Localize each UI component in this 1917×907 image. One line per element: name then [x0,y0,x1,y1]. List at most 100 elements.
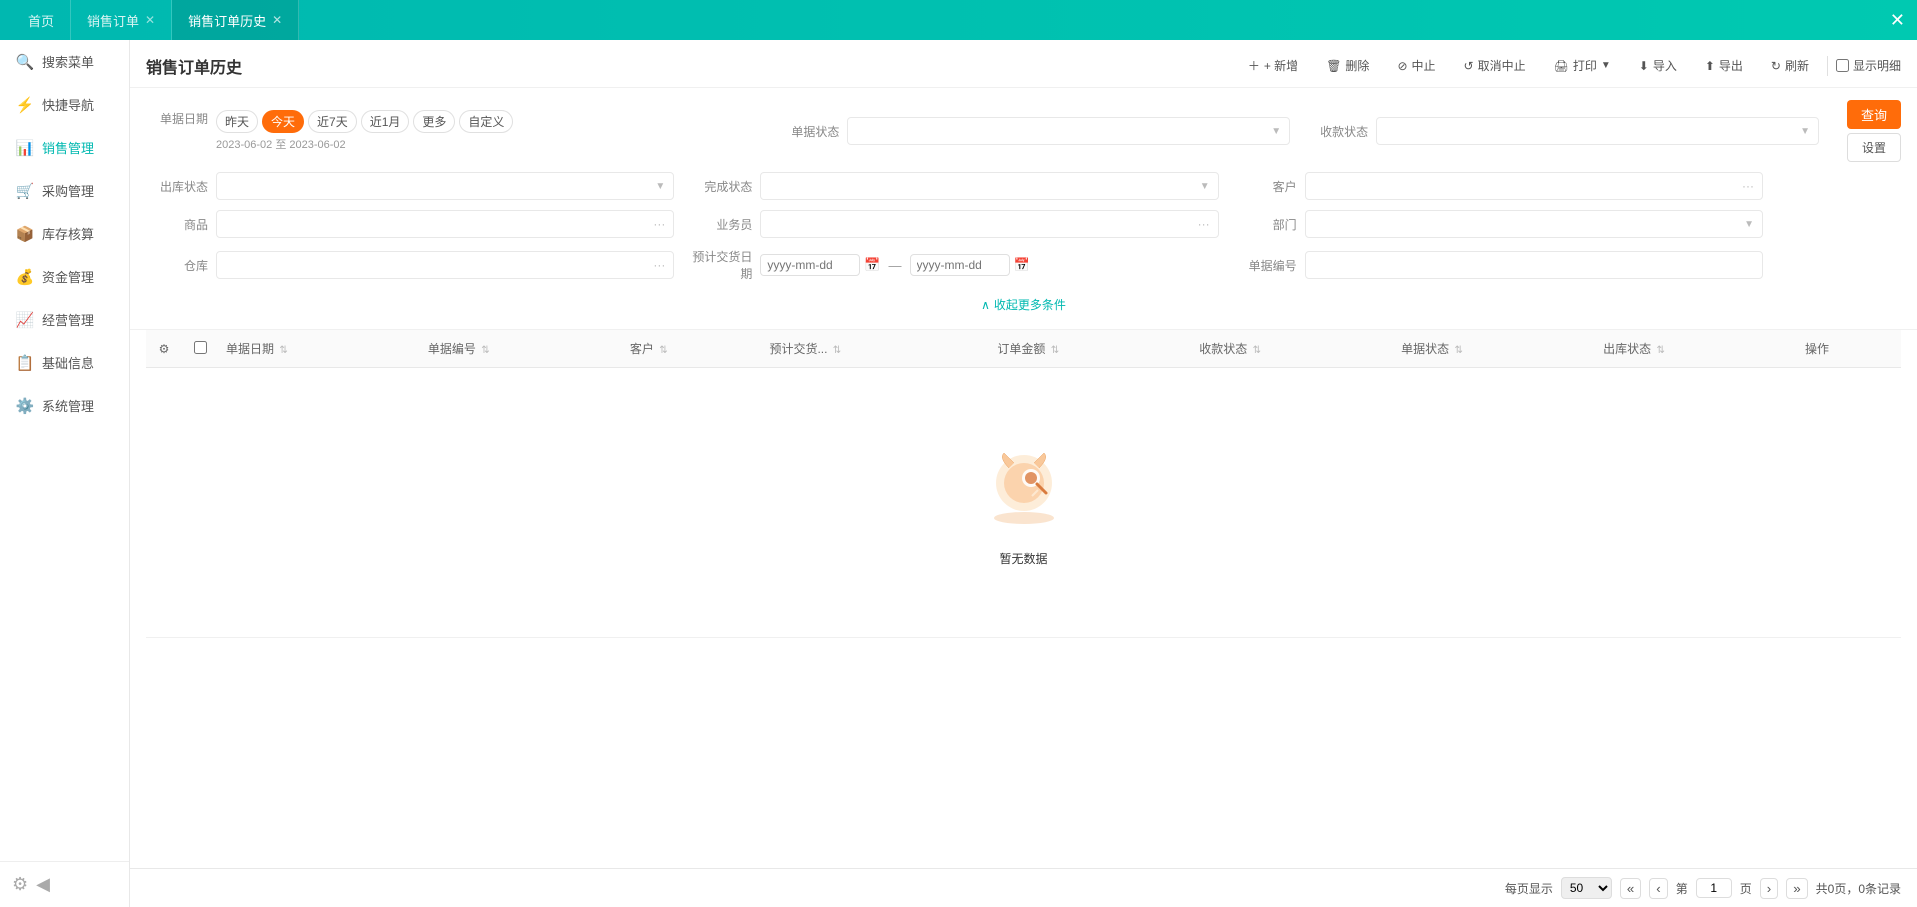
payment-status-col: 收款状态 ▼ [1306,117,1819,145]
toolbar: ＋ + 新增 🗑 删除 ⊘ 中止 ↺ 取消中止 🖨 打印 [1238,52,1901,79]
th-outbound-status[interactable]: 出库状态 ⇅ [1595,330,1797,368]
expected-date-from[interactable] [760,254,860,276]
product-field[interactable]: ··· [216,210,674,238]
th-customer[interactable]: 客户 ⇅ [622,330,762,368]
new-button[interactable]: ＋ + 新增 [1238,52,1308,79]
payment-status-field[interactable]: ▼ [1376,117,1819,145]
sidebar-item-sys-mgmt-label: 系统管理 [42,396,94,415]
th-voucher-status-label: 单据状态 [1401,342,1449,356]
th-checkbox[interactable] [182,330,218,368]
export-icon: ⬆ [1705,59,1715,73]
sidebar-collapse-icon[interactable]: ◀ [36,874,50,895]
sort-outbound-status-icon: ⇅ [1656,345,1664,356]
sidebar-item-inventory-check[interactable]: 📦 库存核算 [0,212,129,255]
filter-row-4: 仓库 ··· 预计交货日期 📅 — 📅 [146,248,1901,282]
next-page-button[interactable]: › [1760,878,1778,899]
date-btn-custom[interactable]: 自定义 [459,110,513,133]
cancel-stop-label: 取消中止 [1478,57,1526,74]
voucher-status-dropdown-icon: ▼ [1271,126,1281,137]
department-field[interactable]: ▼ [1305,210,1763,238]
voucher-status-field[interactable]: ▼ [847,117,1290,145]
th-expected-date[interactable]: 预计交货... ⇅ [761,330,989,368]
cancel-stop-button[interactable]: ↺ 取消中止 [1454,52,1536,79]
tab-sales-order-history-close[interactable]: ✕ [272,13,282,27]
date-btn-today[interactable]: 今天 [262,110,304,133]
th-no[interactable]: 单据编号 ⇅ [420,330,622,368]
import-button[interactable]: ⬇ 导入 [1629,52,1687,79]
sidebar-settings-icon[interactable]: ⚙ [12,874,28,895]
th-payment-status[interactable]: 收款状态 ⇅ [1191,330,1393,368]
date-btn-1month[interactable]: 近1月 [361,110,410,133]
empty-row: 暂无数据 [146,368,1901,638]
product-col: 商品 ··· [146,210,674,238]
tab-sales-order-close[interactable]: ✕ [145,13,155,27]
first-page-button[interactable]: « [1620,878,1641,899]
th-actions-label: 操作 [1805,342,1829,356]
product-more-icon: ··· [653,217,665,231]
outbound-status-dropdown-icon: ▼ [655,181,665,192]
th-date[interactable]: 单据日期 ⇅ [218,330,420,368]
per-page-label: 每页显示 [1505,880,1553,897]
display-detail-checkbox[interactable] [1836,59,1849,72]
sidebar-item-finance-mgmt[interactable]: 💰 资金管理 [0,255,129,298]
date-filter-content: 昨天 今天 近7天 近1月 更多 自定义 2023-06-02 至 2023-0… [216,110,761,152]
app-close-button[interactable]: ✕ [1890,10,1905,31]
print-button[interactable]: 🖨 打印 ▼ [1544,52,1621,79]
stop-button[interactable]: ⊘ 中止 [1387,52,1445,79]
prev-page-button[interactable]: ‹ [1649,878,1667,899]
query-button[interactable]: 查询 [1847,100,1901,129]
expected-date-to[interactable] [910,254,1010,276]
th-order-amount[interactable]: 订单金额 ⇅ [989,330,1191,368]
filter-row-3: 商品 ··· 业务员 ··· 部门 [146,210,1901,238]
date-btn-7days[interactable]: 近7天 [308,110,357,133]
customer-field[interactable]: ··· [1305,172,1763,200]
delete-button[interactable]: 🗑 删除 [1316,52,1379,79]
salesperson-field[interactable]: ··· [760,210,1218,238]
settings-button[interactable]: 设置 [1847,133,1901,162]
toolbar-divider [1827,56,1828,76]
sidebar-item-sys-mgmt[interactable]: ⚙️ 系统管理 [0,384,129,427]
sidebar-item-purchase-mgmt[interactable]: 🛒 采购管理 [0,169,129,212]
sidebar-menu: 🔍 搜索菜单 ⚡ 快捷导航 📊 销售管理 🛒 采购管理 📦 库存核算 💰 [0,40,129,861]
refresh-button[interactable]: ↻ 刷新 [1761,52,1819,79]
filter-row-1: 单据日期 昨天 今天 近7天 近1月 更多 自定义 2023-06-02 至 2… [146,100,1901,162]
th-voucher-status[interactable]: 单据状态 ⇅ [1393,330,1595,368]
stop-icon: ⊘ [1397,59,1407,73]
new-label: + 新增 [1264,57,1298,74]
payment-status-dropdown-icon: ▼ [1800,126,1810,137]
per-page-select[interactable]: 10 20 50 100 [1561,877,1612,899]
voucher-no-field[interactable] [1305,251,1763,279]
tab-sales-order[interactable]: 销售订单 ✕ [71,0,172,40]
page-prefix-label: 第 [1676,880,1688,897]
sidebar-item-quick-nav[interactable]: ⚡ 快捷导航 [0,83,129,126]
select-all-checkbox[interactable] [194,341,207,354]
sidebar-item-sales-mgmt[interactable]: 📊 销售管理 [0,126,129,169]
display-detail-toggle[interactable]: 显示明细 [1836,57,1901,74]
warehouse-field[interactable]: ··· [216,251,674,279]
outbound-status-field[interactable]: ▼ [216,172,674,200]
total-label: 共0页，0条记录 [1816,880,1901,897]
export-button[interactable]: ⬆ 导出 [1695,52,1753,79]
sidebar-item-ops-mgmt[interactable]: 📈 经营管理 [0,298,129,341]
last-page-button[interactable]: » [1786,878,1807,899]
settings-icon[interactable]: ⚙ [159,342,170,356]
page-number-input[interactable] [1696,878,1732,898]
sort-order-amount-icon: ⇅ [1051,345,1059,356]
sidebar-item-search-menu[interactable]: 🔍 搜索菜单 [0,40,129,83]
sort-customer-icon: ⇅ [659,345,667,356]
expected-date-col: 预计交货日期 📅 — 📅 [690,248,1218,282]
date-btn-more[interactable]: 更多 [413,110,455,133]
tab-sales-order-history[interactable]: 销售订单历史 ✕ [172,0,299,40]
tab-home[interactable]: 首页 [12,0,71,40]
completion-status-field[interactable]: ▼ [760,172,1218,200]
sort-payment-status-icon: ⇅ [1253,345,1261,356]
date-btn-yesterday[interactable]: 昨天 [216,110,258,133]
th-settings[interactable]: ⚙ [146,330,182,368]
import-label: 导入 [1653,57,1677,74]
th-expected-date-label: 预计交货... [769,342,827,356]
collapse-bar[interactable]: ∧ 收起更多条件 [146,292,1901,317]
sidebar-item-basic-info[interactable]: 📋 基础信息 [0,341,129,384]
sidebar-item-quick-nav-label: 快捷导航 [42,95,94,114]
calendar-icon-from: 📅 [864,257,880,273]
department-label: 部门 [1235,216,1305,233]
